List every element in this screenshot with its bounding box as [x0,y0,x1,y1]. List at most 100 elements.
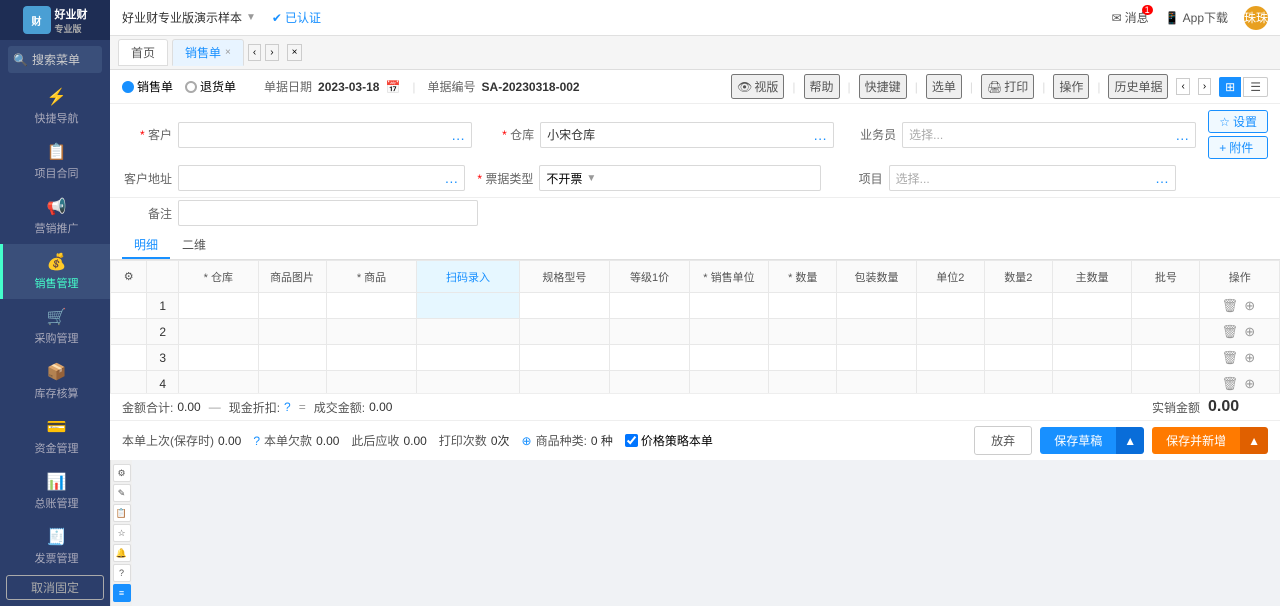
td-barcode-1[interactable] [417,293,519,319]
td-unit-1[interactable] [689,293,768,319]
right-panel-btn-3[interactable]: 📋 [113,504,131,522]
customer-ellipsis[interactable]: … [451,127,465,143]
td-img-1[interactable] [258,293,326,319]
th-img[interactable]: 商品图片 [258,261,326,293]
discard-button[interactable]: 放弃 [974,426,1032,455]
delete-icon-1[interactable]: 🗑 [1222,298,1238,314]
tab-home[interactable]: 首页 [118,39,168,66]
td-goods-4[interactable] [326,371,417,394]
toolbar-view-btn[interactable]: 👁 视版 [731,74,784,99]
sidebar-item-purchase[interactable]: 🛒 采购管理 [0,299,110,354]
radio-return[interactable]: 退货单 [185,78,236,95]
th-unit2[interactable]: 单位2 [916,261,984,293]
invoice-select[interactable]: 不开票 ▼ [539,165,820,191]
td-grade-1[interactable] [610,293,689,319]
right-panel-btn-6[interactable]: ? [113,564,131,582]
td-barcode-4[interactable] [417,371,519,394]
th-pkgqty[interactable]: 包装数量 [837,261,916,293]
td-batch-1[interactable] [1132,293,1200,319]
tab-2d[interactable]: 二维 [170,232,218,259]
toolbar-help-btn[interactable]: 帮助 [804,74,840,99]
th-warehouse[interactable]: * 仓库 [179,261,258,293]
th-barcode[interactable]: 扫码录入 [417,261,519,293]
td-spec-4[interactable] [519,371,610,394]
th-goods[interactable]: * 商品 [326,261,417,293]
td-unit2-3[interactable] [916,345,984,371]
copy-icon-1[interactable]: ⊕ [1242,298,1258,314]
td-mainqty-4[interactable] [1052,371,1131,394]
num-value[interactable]: SA-20230318-002 [482,80,580,94]
discount-help-icon[interactable]: ? [284,400,291,414]
search-menu-button[interactable]: 🔍 搜索菜单 [8,46,102,73]
td-unit2-2[interactable] [916,319,984,345]
staff-ellipsis[interactable]: … [1175,127,1189,143]
th-mainqty[interactable]: 主数量 [1052,261,1131,293]
sidebar-item-marketing[interactable]: 📢 营销推广 [0,189,110,244]
td-pkgqty-1[interactable] [837,293,916,319]
remarks-input[interactable] [178,200,478,226]
td-barcode-3[interactable] [417,345,519,371]
tab-nav-prev[interactable]: ‹ [248,44,261,61]
td-mainqty-1[interactable] [1052,293,1131,319]
td-grade-4[interactable] [610,371,689,394]
td-warehouse-4[interactable] [179,371,258,394]
right-panel-btn-1[interactable]: ⚙ [113,464,131,482]
th-unit[interactable]: * 销售单位 [689,261,768,293]
th-qty2[interactable]: 数量2 [984,261,1052,293]
right-panel-btn-5[interactable]: 🔔 [113,544,131,562]
delete-icon-3[interactable]: 🗑 [1222,350,1238,366]
debt-help-icon[interactable]: ? [253,434,260,448]
td-mainqty-2[interactable] [1052,319,1131,345]
sidebar-item-funds[interactable]: 💳 资金管理 [0,409,110,464]
td-unit-3[interactable] [689,345,768,371]
copy-icon-3[interactable]: ⊕ [1242,350,1258,366]
td-img-2[interactable] [258,319,326,345]
sidebar-item-sales[interactable]: 💰 销售管理 [0,244,110,299]
td-spec-2[interactable] [519,319,610,345]
tab-nav-next[interactable]: › [265,44,278,61]
staff-input[interactable]: 选择... … [902,122,1196,148]
calendar-icon[interactable]: 📅 [385,80,400,94]
delete-icon-4[interactable]: 🗑 [1222,376,1238,392]
th-spec[interactable]: 规格型号 [519,261,610,293]
company-selector[interactable]: 好业财专业版演示样本 ▼ [122,9,256,26]
sidebar-item-quick-nav[interactable]: ⚡ 快捷导航 [0,79,110,134]
td-unit2-1[interactable] [916,293,984,319]
td-warehouse-2[interactable] [179,319,258,345]
warehouse-input[interactable]: 小宋仓库 … [540,122,834,148]
td-warehouse-3[interactable] [179,345,258,371]
td-warehouse-1[interactable] [179,293,258,319]
td-goods-1[interactable] [326,293,417,319]
delete-icon-2[interactable]: 🗑 [1222,324,1238,340]
copy-icon-4[interactable]: ⊕ [1242,376,1258,392]
td-qty-4[interactable] [769,371,837,394]
date-value[interactable]: 2023-03-18 [318,80,379,94]
save-new-button[interactable]: 保存并新增 [1152,427,1240,454]
td-mainqty-3[interactable] [1052,345,1131,371]
td-img-4[interactable] [258,371,326,394]
right-panel-btn-4[interactable]: ☆ [113,524,131,542]
td-barcode-2[interactable] [417,319,519,345]
attach-button[interactable]: + 附件 [1208,136,1268,159]
td-pkgqty-4[interactable] [837,371,916,394]
td-qty2-3[interactable] [984,345,1052,371]
cancel-fixed-button[interactable]: 取消固定 [6,575,104,600]
price-checkbox-input[interactable] [625,434,638,447]
warehouse-ellipsis[interactable]: … [813,127,827,143]
setup-button[interactable]: ☆ 设置 [1208,110,1268,133]
th-settings[interactable]: ⚙ [111,261,147,293]
td-batch-3[interactable] [1132,345,1200,371]
td-unit-4[interactable] [689,371,768,394]
td-batch-2[interactable] [1132,319,1200,345]
tab-close-all-button[interactable]: × [287,44,303,61]
tab-close-icon[interactable]: × [225,47,231,58]
td-qty2-2[interactable] [984,319,1052,345]
project-ellipsis[interactable]: … [1155,170,1169,186]
right-panel-btn-7[interactable]: ≡ [113,584,131,602]
td-qty2-1[interactable] [984,293,1052,319]
save-draft-button[interactable]: 保存草稿 [1040,427,1116,454]
toolbar-nav-prev[interactable]: ‹ [1176,78,1189,95]
message-button[interactable]: ✉ 1 消息 [1112,9,1149,26]
toolbar-select-btn[interactable]: 选单 [926,74,962,99]
view-list-btn[interactable]: ☰ [1243,77,1268,97]
